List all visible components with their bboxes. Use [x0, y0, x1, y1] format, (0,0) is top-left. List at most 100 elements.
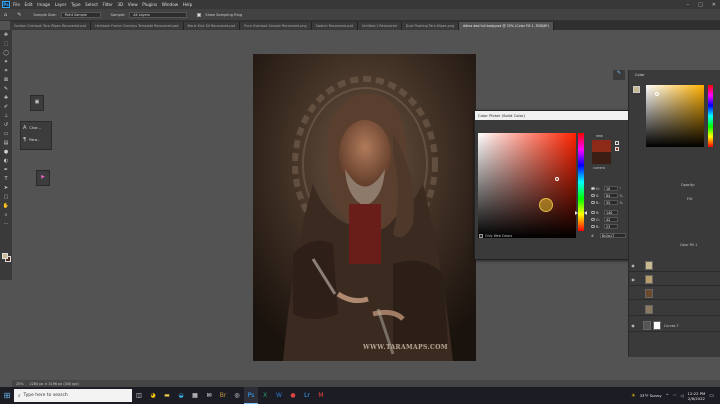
sample-size-select[interactable]: Point Sample — [60, 11, 101, 18]
eraser-tool-icon[interactable]: ▭ — [0, 129, 12, 138]
brightness-radio[interactable] — [591, 200, 595, 205]
frame-tool-icon[interactable]: ⊠ — [0, 75, 12, 84]
gmail-icon[interactable]: M — [314, 387, 328, 404]
menu-help[interactable]: Help — [183, 2, 193, 7]
current-color-swatch[interactable] — [592, 152, 611, 164]
layer-row-curves[interactable]: ◉ Curves 7 — [629, 320, 720, 332]
task-view-icon[interactable]: ◫ — [132, 387, 146, 404]
menu-file[interactable]: File — [13, 2, 20, 7]
saturation-radio[interactable] — [591, 193, 595, 198]
blue-input[interactable]: 23 — [604, 223, 618, 230]
menu-view[interactable]: View — [128, 2, 138, 7]
green-input[interactable]: 42 — [604, 216, 618, 223]
menu-type[interactable]: Type — [71, 2, 81, 7]
home-icon[interactable]: ⌂ — [4, 12, 7, 18]
edge-icon[interactable]: ◒ — [174, 387, 188, 404]
volume-icon[interactable]: ◁ — [680, 393, 683, 398]
zoom-level[interactable]: 25% — [16, 382, 24, 386]
hand-tool-icon[interactable]: ✋ — [0, 201, 12, 210]
history-brush-tool-icon[interactable]: ↺ — [0, 120, 12, 129]
menu-3d[interactable]: 3D — [117, 2, 123, 7]
move-tool-icon[interactable]: ✥ — [0, 30, 12, 39]
menu-edit[interactable]: Edit — [25, 2, 33, 7]
color-field-cursor[interactable] — [555, 177, 559, 181]
saturation-brightness-field[interactable] — [478, 133, 576, 238]
document-tab[interactable]: Gordon Overlook Tara Wipes Recovered.psd — [10, 22, 92, 30]
notifications-icon[interactable]: ▭ — [709, 393, 714, 399]
weather-text[interactable]: 33°F Sunny — [640, 393, 662, 398]
layer-row[interactable]: ◉ — [629, 260, 720, 272]
quick-select-tool-icon[interactable]: ✦ — [0, 57, 12, 66]
file-explorer-icon[interactable]: ▬ — [160, 387, 174, 404]
hue-slider[interactable] — [578, 133, 584, 231]
lasso-tool-icon[interactable]: ◯ — [0, 48, 12, 57]
sample-select[interactable]: All Layers — [129, 11, 188, 18]
adjustments-icon[interactable]: ✎ — [613, 70, 625, 76]
tray-chevron-icon[interactable]: ^ — [666, 393, 669, 398]
show-sampling-ring-checkbox[interactable] — [197, 12, 202, 17]
document-canvas[interactable]: WWW.TARAMAPS.COM — [253, 54, 476, 361]
bridge-icon[interactable]: Br — [216, 387, 230, 404]
visibility-eye-icon[interactable]: ◉ — [629, 263, 637, 268]
menu-filter[interactable]: Filter — [102, 2, 112, 7]
color-panel-hue-slider[interactable] — [708, 85, 713, 147]
store-icon[interactable]: ▦ — [188, 387, 202, 404]
chrome-icon[interactable]: ◕ — [146, 387, 160, 404]
type-tool-icon[interactable]: T — [0, 174, 12, 183]
document-tab[interactable]: Swatch Recovered.psd — [311, 22, 359, 30]
zoom-tool-icon[interactable]: ⌕ — [0, 210, 12, 219]
green-radio[interactable] — [591, 217, 595, 222]
excel-icon[interactable]: X — [258, 387, 272, 404]
camera-icon[interactable]: ◎ — [230, 387, 244, 404]
dodge-tool-icon[interactable]: ◐ — [0, 156, 12, 165]
eyedropper-tool-preset-icon[interactable]: ✎ — [17, 12, 21, 18]
visibility-eye-icon[interactable]: ◉ — [629, 323, 637, 328]
brush-tool-icon[interactable]: ✐ — [0, 102, 12, 111]
crop-tool-icon[interactable]: ⌗ — [0, 66, 12, 75]
color-panel-tab[interactable]: Color — [635, 73, 644, 77]
color-panel-cursor[interactable] — [655, 92, 659, 96]
layer-row[interactable] — [629, 288, 720, 300]
close-window-button[interactable]: ✕ — [712, 2, 716, 8]
visibility-eye-icon[interactable]: ◉ — [629, 277, 637, 282]
menu-select[interactable]: Select — [85, 2, 98, 7]
path-selection-tool-icon[interactable]: ➤ — [0, 183, 12, 192]
minimize-button[interactable]: – — [687, 2, 690, 8]
hex-input[interactable]: 8c2a17 — [600, 232, 626, 239]
wifi-icon[interactable]: ◠ — [673, 393, 677, 398]
document-tab[interactable]: Dust Floating Tara Wipes.png — [401, 22, 459, 30]
taskbar-search-box[interactable]: ⌕ Type here to search — [14, 389, 132, 402]
document-tab[interactable]: Heirloom Frame Overlays Template Recover… — [91, 22, 184, 30]
brush-preset-icon[interactable]: ▶ — [39, 173, 47, 181]
document-tab[interactable]: Marie Kick Sit Recovered.psd — [183, 22, 241, 30]
document-tab-active[interactable]: Adina dad full body.psd @ 25% (Color Fil… — [458, 22, 554, 30]
menu-window[interactable]: Window — [162, 2, 179, 7]
red-radio[interactable] — [591, 210, 595, 215]
document-tab[interactable]: Pure Overlook Sample Recovered.png — [240, 22, 312, 30]
hue-input[interactable]: 10 — [604, 185, 618, 192]
clock[interactable]: 12:22 PM 2/6/2022 — [688, 391, 706, 401]
layer-row-color-fill[interactable]: Color Fill 1 — [677, 240, 717, 250]
photoshop-taskbar-icon[interactable]: Ps — [244, 387, 258, 404]
app-icon[interactable]: ● — [286, 387, 300, 404]
pen-tool-icon[interactable]: ✒ — [0, 165, 12, 174]
paragraph-panel-item[interactable]: ¶ Para... — [21, 134, 51, 146]
hue-slider-handle-left[interactable] — [575, 211, 578, 215]
word-icon[interactable]: W — [272, 387, 286, 404]
maximize-button[interactable]: □ — [698, 2, 703, 8]
healing-brush-tool-icon[interactable]: ✚ — [0, 93, 12, 102]
document-tab[interactable]: Untitled-1 Recovered — [358, 22, 402, 30]
brightness-input[interactable]: 55 — [604, 199, 618, 206]
menu-layer[interactable]: Layer — [55, 2, 67, 7]
lightroom-icon[interactable]: Lr — [300, 387, 314, 404]
red-input[interactable]: 140 — [604, 209, 618, 216]
blur-tool-icon[interactable]: ● — [0, 147, 12, 156]
mail-icon[interactable]: ✉ — [202, 387, 216, 404]
hue-slider-handle-right[interactable] — [584, 211, 587, 215]
layer-row[interactable]: ◉ — [629, 274, 720, 286]
foreground-color-swatch[interactable] — [2, 253, 8, 259]
only-web-colors-checkbox[interactable] — [479, 234, 483, 238]
gradient-tool-icon[interactable]: ▤ — [0, 138, 12, 147]
marquee-tool-icon[interactable]: ⬚ — [0, 39, 12, 48]
blue-radio[interactable] — [591, 224, 595, 229]
